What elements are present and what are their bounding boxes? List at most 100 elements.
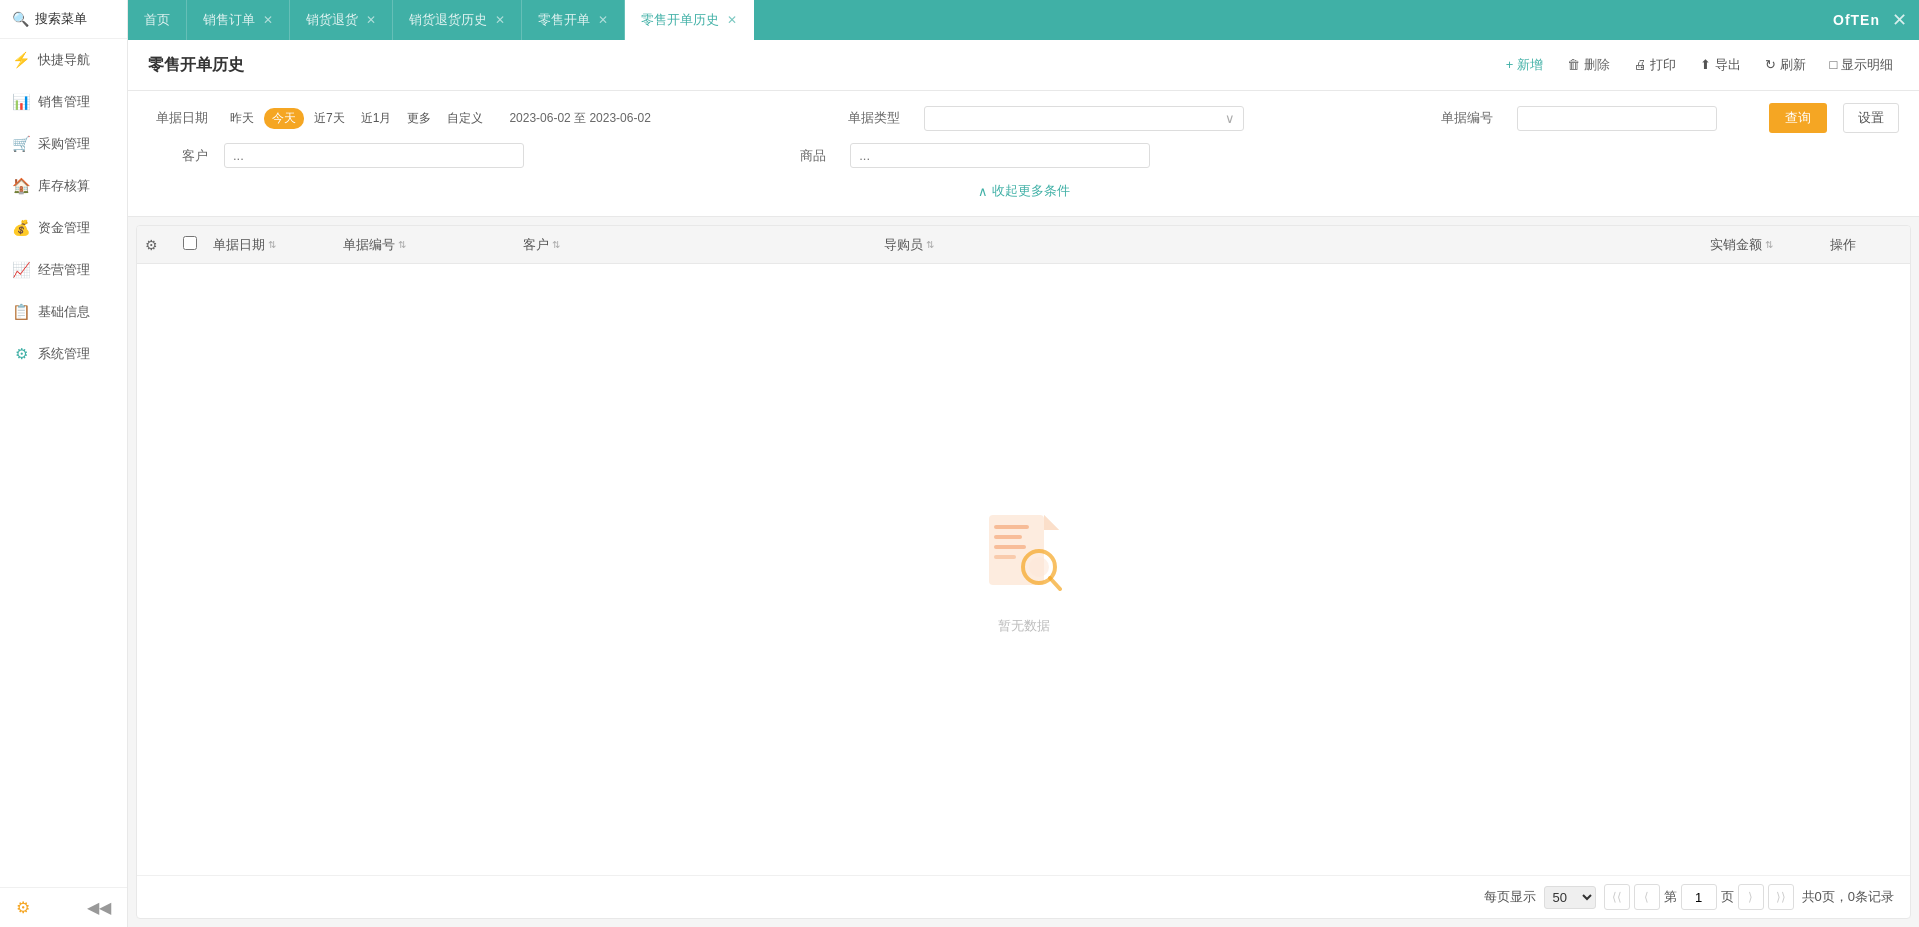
collapse-filter-trigger[interactable]: ∧ 收起更多条件 (148, 178, 1899, 204)
collapse-filter-label: 收起更多条件 (992, 182, 1070, 200)
svg-marker-9 (1044, 515, 1059, 530)
date-shortcut-近1月[interactable]: 近1月 (355, 108, 398, 129)
customer-input[interactable] (233, 148, 515, 163)
bill-num-input[interactable] (1526, 111, 1708, 126)
empty-illustration (974, 505, 1074, 605)
table-header: ⚙ 单据日期 ⇅ 单据编号 ⇅ 客户 ⇅ 导购员 ⇅ (137, 226, 1910, 264)
tab-close-retail-history[interactable]: ✕ (727, 13, 737, 27)
svg-rect-4 (994, 555, 1016, 559)
nav-icon-quick-nav: ⚡ (12, 51, 30, 69)
date-shortcut-今天[interactable]: 今天 (264, 108, 304, 129)
tab-label-sales-return: 销货退货 (306, 11, 358, 29)
print-button[interactable]: 🖨 打印 (1628, 52, 1683, 78)
col-num-label: 单据编号 (343, 236, 395, 254)
filter-area: 单据日期 昨天今天近7天近1月更多自定义 2023-06-02 至 2023-0… (128, 91, 1919, 217)
bill-num-input-wrap (1517, 106, 1717, 131)
goods-filter-label: 商品 (800, 147, 826, 165)
col-customer-sort-icon[interactable]: ⇅ (552, 239, 560, 250)
tab-label-retail-history: 零售开单历史 (641, 11, 719, 29)
last-page-button[interactable]: ⟩⟩ (1768, 884, 1794, 910)
col-header-amount: 实销金额 ⇅ (1702, 236, 1822, 254)
nav-icon-system-mgmt: ⚙ (12, 345, 30, 363)
tab-sales-order[interactable]: 销售订单✕ (187, 0, 290, 40)
refresh-button[interactable]: ↻ 刷新 (1759, 52, 1812, 78)
sidebar-search[interactable]: 🔍 搜索菜单 (0, 0, 127, 39)
tab-close-sales-return[interactable]: ✕ (366, 13, 376, 27)
prev-page-button[interactable]: ⟨ (1634, 884, 1660, 910)
bill-type-label: 单据类型 (848, 109, 900, 127)
page-header: 零售开单历史 + 新增 🗑 删除 🖨 打印 ⬆ 导出 ↻ 刷新 □ 显示明细 (128, 40, 1919, 91)
setting-button[interactable]: 设置 (1843, 103, 1899, 133)
sidebar-item-inventory[interactable]: 🏠库存核算 (0, 165, 127, 207)
date-shortcut-更多[interactable]: 更多 (401, 108, 437, 129)
nav-icon-basic-info: 📋 (12, 303, 30, 321)
main-area: 首页销售订单✕销货退货✕销货退货历史✕零售开单✕零售开单历史✕ OfTEn ✕ … (128, 0, 1919, 927)
tab-sales-return[interactable]: 销货退货 ✕ (290, 0, 393, 40)
tab-close-sales-order[interactable]: ✕ (263, 13, 273, 27)
date-shortcut-近7天[interactable]: 近7天 (308, 108, 351, 129)
sidebar-item-quick-nav[interactable]: ⚡快捷导航 (0, 39, 127, 81)
tab-sales-return-history[interactable]: 销货退货历史✕ (393, 0, 522, 40)
first-page-button[interactable]: ⟨⟨ (1604, 884, 1630, 910)
delete-button[interactable]: 🗑 删除 (1561, 52, 1616, 78)
nav-icon-sales-mgmt: 📊 (12, 93, 30, 111)
sidebar-item-finance[interactable]: 💰 资金管理 (0, 207, 127, 249)
col-num-sort-icon[interactable]: ⇅ (398, 239, 406, 250)
page-nav: ⟨⟨ ⟨ 第 页 ⟩ ⟩⟩ (1604, 884, 1794, 910)
col-guide-sort-icon[interactable]: ⇅ (926, 239, 934, 250)
close-window-icon[interactable]: ✕ (1892, 9, 1907, 31)
goods-input-wrap (850, 143, 1150, 168)
date-shortcut-昨天[interactable]: 昨天 (224, 108, 260, 129)
collapse-sidebar-icon[interactable]: ◀◀ (87, 898, 111, 917)
sidebar-item-system-mgmt[interactable]: ⚙系统管理 (0, 333, 127, 375)
nav-label-basic-info: 基础信息 (38, 303, 90, 321)
table-area: ⚙ 单据日期 ⇅ 单据编号 ⇅ 客户 ⇅ 导购员 ⇅ (136, 225, 1911, 919)
date-shortcuts: 昨天今天近7天近1月更多自定义 (224, 108, 489, 129)
select-all-input[interactable] (183, 236, 197, 250)
nav-icon-finance: 💰 (12, 219, 30, 237)
sidebar-item-operations[interactable]: 📈经营管理 (0, 249, 127, 291)
tab-close-sales-return-history[interactable]: ✕ (495, 13, 505, 27)
display-detail-button[interactable]: □ 显示明细 (1824, 52, 1899, 78)
sidebar-nav: ⚡快捷导航 📊 销售管理 🛒 采购管理 🏠库存核算 💰 资金管理 📈经营管理 📋 基础信息 ⚙系统管理 (0, 39, 127, 887)
page-number-input[interactable] (1681, 884, 1717, 910)
pagination: 每页显示 50 100 200 ⟨⟨ ⟨ 第 页 ⟩ ⟩⟩ 共0页，0条记录 (137, 875, 1910, 918)
table-settings-icon[interactable]: ⚙ (145, 237, 175, 253)
content-area: 零售开单历史 + 新增 🗑 删除 🖨 打印 ⬆ 导出 ↻ 刷新 □ 显示明细 单… (128, 40, 1919, 927)
sidebar-item-purchase-mgmt[interactable]: 🛒 采购管理 (0, 123, 127, 165)
sidebar-item-basic-info[interactable]: 📋 基础信息 (0, 291, 127, 333)
next-page-button[interactable]: ⟩ (1738, 884, 1764, 910)
tab-home[interactable]: 首页 (128, 0, 187, 40)
tab-bar: 首页销售订单✕销货退货✕销货退货历史✕零售开单✕零售开单历史✕ OfTEn ✕ (128, 0, 1919, 40)
nav-label-purchase-mgmt: 采购管理 (38, 135, 90, 153)
sidebar-search-label: 搜索菜单 (35, 10, 87, 28)
sidebar-item-sales-mgmt[interactable]: 📊 销售管理 (0, 81, 127, 123)
bill-type-select[interactable]: ∨ (924, 106, 1244, 131)
tab-retail-history[interactable]: 零售开单历史 ✕ (625, 0, 754, 40)
col-header-num: 单据编号 ⇅ (335, 236, 515, 254)
nav-label-finance: 资金管理 (38, 219, 90, 237)
nav-icon-purchase-mgmt: 🛒 (12, 135, 30, 153)
col-header-guide: 导购员 ⇅ (876, 236, 996, 254)
svg-line-7 (1050, 578, 1060, 589)
sidebar: 🔍 搜索菜单 ⚡快捷导航 📊 销售管理 🛒 采购管理 🏠库存核算 💰 资金管理 📈经营管理 📋 基础… (0, 0, 128, 927)
table-select-all-checkbox[interactable] (175, 236, 205, 253)
col-amount-label: 实销金额 (1710, 236, 1762, 254)
nav-label-sales-mgmt: 销售管理 (38, 93, 90, 111)
settings-icon[interactable]: ⚙ (16, 898, 30, 917)
tab-close-retail-open[interactable]: ✕ (598, 13, 608, 27)
col-amount-sort-icon[interactable]: ⇅ (1765, 239, 1773, 250)
date-shortcut-自定义[interactable]: 自定义 (441, 108, 489, 129)
per-page-select[interactable]: 50 100 200 (1544, 886, 1596, 909)
col-date-sort-icon[interactable]: ⇅ (268, 239, 276, 250)
total-info: 共0页，0条记录 (1802, 888, 1894, 906)
bill-num-label: 单据编号 (1441, 109, 1493, 127)
tab-retail-open[interactable]: 零售开单✕ (522, 0, 625, 40)
col-guide-label: 导购员 (884, 236, 923, 254)
col-header-action: 操作 (1822, 236, 1902, 254)
customer-filter-label: 客户 (148, 147, 208, 165)
export-button[interactable]: ⬆ 导出 (1694, 52, 1747, 78)
goods-input[interactable] (859, 148, 1141, 163)
query-button[interactable]: 查询 (1769, 103, 1827, 133)
add-button[interactable]: + 新增 (1500, 52, 1549, 78)
